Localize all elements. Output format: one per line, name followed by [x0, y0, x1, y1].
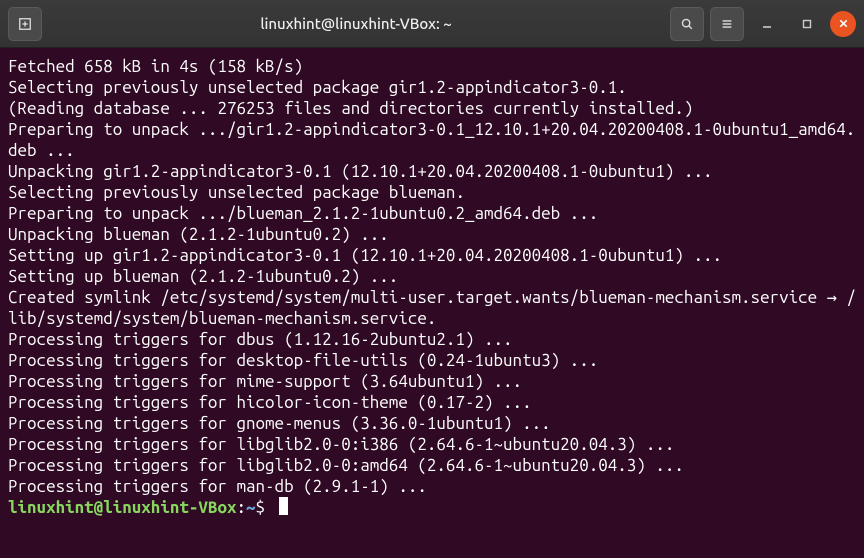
terminal-line: Selecting previously unselected package …: [8, 77, 856, 98]
window-title: linuxhint@linuxhint-VBox: ~: [42, 15, 670, 32]
close-button[interactable]: [830, 11, 856, 37]
maximize-icon: [801, 18, 813, 30]
search-button[interactable]: [670, 7, 704, 41]
terminal-line: Processing triggers for gnome-menus (3.3…: [8, 413, 856, 434]
hamburger-icon: [720, 17, 734, 31]
terminal-line: Processing triggers for mime-support (3.…: [8, 371, 856, 392]
search-icon: [680, 17, 694, 31]
terminal-line: (Reading database ... 276253 files and d…: [8, 98, 856, 119]
terminal-line: Processing triggers for libglib2.0-0:amd…: [8, 455, 856, 476]
terminal-line: Fetched 658 kB in 4s (158 kB/s): [8, 56, 856, 77]
terminal-line: Processing triggers for hicolor-icon-the…: [8, 392, 856, 413]
minimize-button[interactable]: [750, 11, 784, 37]
terminal-line: Unpacking gir1.2-appindicator3-0.1 (12.1…: [8, 161, 856, 182]
titlebar-right: [670, 7, 856, 41]
cursor: [279, 497, 288, 515]
titlebar: linuxhint@linuxhint-VBox: ~: [0, 0, 864, 48]
terminal-line: Processing triggers for man-db (2.9.1-1)…: [8, 476, 856, 497]
new-tab-button[interactable]: [8, 7, 42, 41]
terminal-line: Selecting previously unselected package …: [8, 182, 856, 203]
prompt-symbol: $: [256, 498, 275, 517]
prompt-user: linuxhint@linuxhint-VBox: [8, 498, 236, 517]
prompt-sep: :: [236, 498, 246, 517]
terminal-line: Setting up gir1.2-appindicator3-0.1 (12.…: [8, 245, 856, 266]
terminal-line: Preparing to unpack .../gir1.2-appindica…: [8, 119, 856, 161]
terminal-line: Setting up blueman (2.1.2-1ubuntu0.2) ..…: [8, 266, 856, 287]
terminal-line: Created symlink /etc/systemd/system/mult…: [8, 287, 856, 329]
terminal-prompt[interactable]: linuxhint@linuxhint-VBox:~$: [8, 497, 856, 518]
maximize-button[interactable]: [790, 11, 824, 37]
prompt-path: ~: [246, 498, 256, 517]
menu-button[interactable]: [710, 7, 744, 41]
close-icon: [838, 18, 849, 29]
terminal-output[interactable]: Fetched 658 kB in 4s (158 kB/s)Selecting…: [0, 48, 864, 558]
terminal-line: Processing triggers for dbus (1.12.16-2u…: [8, 329, 856, 350]
terminal-line: Processing triggers for desktop-file-uti…: [8, 350, 856, 371]
terminal-line: Unpacking blueman (2.1.2-1ubuntu0.2) ...: [8, 224, 856, 245]
new-tab-icon: [18, 17, 32, 31]
minimize-icon: [761, 18, 773, 30]
terminal-line: Preparing to unpack .../blueman_2.1.2-1u…: [8, 203, 856, 224]
terminal-line: Processing triggers for libglib2.0-0:i38…: [8, 434, 856, 455]
titlebar-left: [8, 7, 42, 41]
